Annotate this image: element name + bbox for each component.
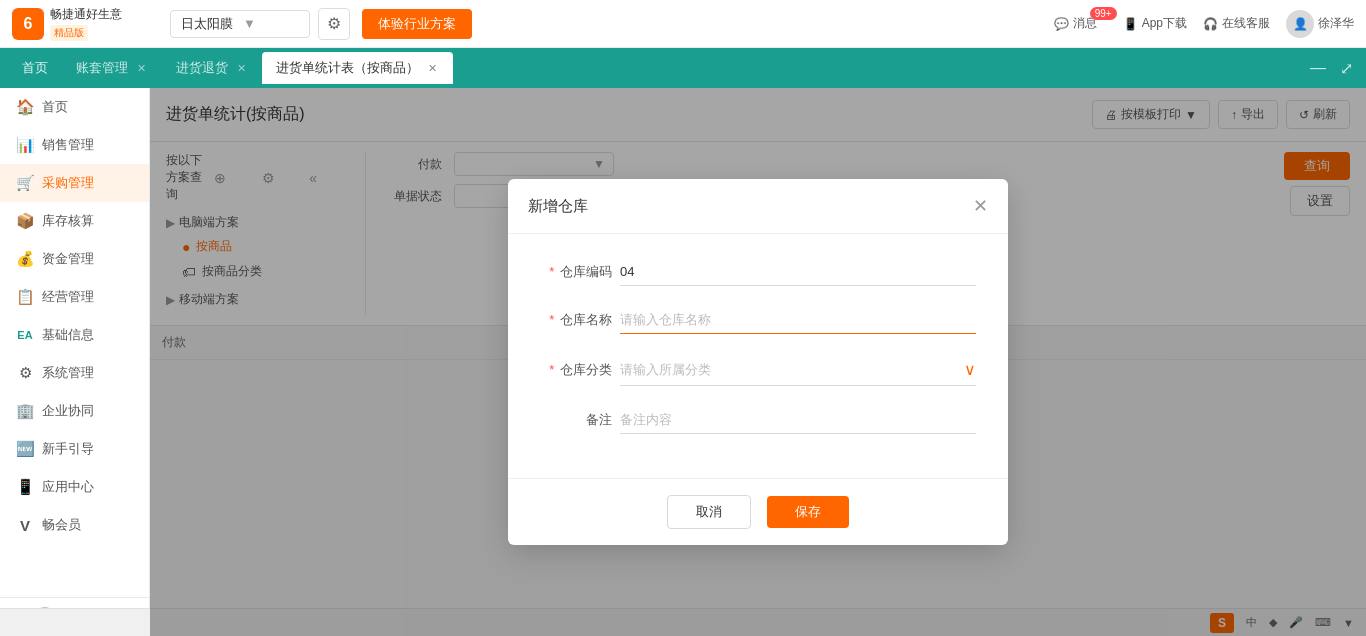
sidebar-label-system: 系统管理 (42, 364, 94, 382)
messages-button[interactable]: 💬 消息 99+ (1044, 15, 1107, 32)
required-star-name: * (549, 312, 554, 327)
sidebar-item-home[interactable]: 🏠 首页 (0, 88, 149, 126)
tab-bar: 首页 账套管理 ✕ 进货退货 ✕ 进货单统计表（按商品） ✕ — ⤢ (0, 48, 1366, 88)
enterprise-icon: 🏢 (16, 402, 34, 420)
store-dropdown-arrow: ▼ (243, 16, 299, 31)
sidebar-label-enterprise: 企业协同 (42, 402, 94, 420)
purchase-icon: 🛒 (16, 174, 34, 192)
form-row-code: * 仓库编码 (540, 258, 976, 286)
header-right: 💬 消息 99+ 📱 App下载 🎧 在线客服 👤 徐泽华 (1044, 10, 1354, 38)
form-row-remark: 备注 (540, 406, 976, 434)
app-center-icon: 📱 (16, 478, 34, 496)
remark-input[interactable] (620, 406, 976, 434)
system-icon: ⚙ (16, 364, 34, 382)
required-star: * (549, 264, 554, 279)
home-icon: 🏠 (16, 98, 34, 116)
purchase-return-tab-close[interactable]: ✕ (234, 61, 248, 75)
sidebar-item-system[interactable]: ⚙ 系统管理 (0, 354, 149, 392)
save-button[interactable]: 保存 (767, 496, 849, 528)
modal-footer: 取消 保存 (508, 478, 1008, 545)
sidebar-item-app-center[interactable]: 📱 应用中心 (0, 468, 149, 506)
message-badge: 99+ (1090, 7, 1117, 20)
sidebar-item-operations[interactable]: 📋 经营管理 (0, 278, 149, 316)
modal-overlay[interactable]: 新增仓库 ✕ * 仓库编码 (150, 88, 1366, 636)
main-layout: 🏠 首页 📊 销售管理 🛒 采购管理 📦 库存核算 💰 资金管理 📋 经营管理 … (0, 88, 1366, 636)
user-menu[interactable]: 👤 徐泽华 (1286, 10, 1354, 38)
sidebar: 🏠 首页 📊 销售管理 🛒 采购管理 📦 库存核算 💰 资金管理 📋 经营管理 … (0, 88, 150, 636)
accounts-tab-label: 账套管理 (76, 59, 128, 77)
tab-home[interactable]: 首页 (8, 52, 62, 84)
sidebar-item-purchase[interactable]: 🛒 采购管理 (0, 164, 149, 202)
form-row-name: * 仓库名称 (540, 306, 976, 334)
code-label: * 仓库编码 (540, 263, 620, 281)
logo-icon: 6 (12, 8, 44, 40)
sidebar-item-enterprise[interactable]: 🏢 企业协同 (0, 392, 149, 430)
warehouse-name-input[interactable] (620, 306, 976, 334)
home-tab-label: 首页 (22, 59, 48, 77)
tab-minimize-button[interactable]: — (1306, 56, 1330, 80)
cancel-button[interactable]: 取消 (667, 495, 751, 529)
gear-icon: ⚙ (327, 14, 341, 33)
sidebar-label-guide: 新手引导 (42, 440, 94, 458)
store-selector[interactable]: 日太阳膜 ▼ (170, 10, 310, 38)
warehouse-code-input[interactable] (620, 258, 976, 286)
sidebar-label-app-center: 应用中心 (42, 478, 94, 496)
sidebar-label-home: 首页 (42, 98, 68, 116)
modal-title: 新增仓库 (528, 197, 973, 216)
tab-controls: — ⤢ (1306, 56, 1358, 80)
purchase-stats-tab-label: 进货单统计表（按商品） (276, 59, 419, 77)
sidebar-label-member: 畅会员 (42, 516, 81, 534)
logo-area: 6 畅捷通好生意 精品版 (12, 6, 162, 41)
settings-button[interactable]: ⚙ (318, 8, 350, 40)
trial-button[interactable]: 体验行业方案 (362, 9, 472, 39)
operations-icon: 📋 (16, 288, 34, 306)
sidebar-label-basic-info: 基础信息 (42, 326, 94, 344)
online-service-button[interactable]: 🎧 在线客服 (1203, 15, 1270, 32)
sidebar-item-guide[interactable]: 🆕 新手引导 (0, 430, 149, 468)
required-star-category: * (549, 362, 554, 377)
sidebar-label-inventory: 库存核算 (42, 212, 94, 230)
category-label: * 仓库分类 (540, 361, 620, 379)
modal-body: * 仓库编码 * 仓库名称 (508, 234, 1008, 478)
modal-close-button[interactable]: ✕ (973, 195, 988, 217)
category-select[interactable]: 请输入所属分类 ∨ (620, 354, 976, 386)
add-warehouse-modal: 新增仓库 ✕ * 仓库编码 (508, 179, 1008, 545)
sidebar-item-member[interactable]: V 畅会员 (0, 506, 149, 544)
sidebar-item-finance[interactable]: 💰 资金管理 (0, 240, 149, 278)
top-header: 6 畅捷通好生意 精品版 日太阳膜 ▼ ⚙ 体验行业方案 💬 消息 99+ 📱 … (0, 0, 1366, 48)
modal-header: 新增仓库 ✕ (508, 179, 1008, 234)
purchase-return-tab-label: 进货退货 (176, 59, 228, 77)
phone-icon: 📱 (1123, 17, 1138, 31)
tab-purchase-return[interactable]: 进货退货 ✕ (162, 52, 262, 84)
sidebar-item-inventory[interactable]: 📦 库存核算 (0, 202, 149, 240)
form-row-category: * 仓库分类 请输入所属分类 ∨ (540, 354, 976, 386)
sidebar-item-basic-info[interactable]: EA 基础信息 (0, 316, 149, 354)
basic-info-icon: EA (16, 329, 34, 341)
sidebar-label-operations: 经营管理 (42, 288, 94, 306)
content-area: 进货单统计(按商品) 🖨 按模板打印 ▼ ↑ 导出 ↺ 刷新 (150, 88, 1366, 636)
accounts-tab-close[interactable]: ✕ (134, 61, 148, 75)
avatar: 👤 (1286, 10, 1314, 38)
sidebar-label-finance: 资金管理 (42, 250, 94, 268)
guide-icon: 🆕 (16, 440, 34, 458)
sidebar-label-purchase: 采购管理 (42, 174, 94, 192)
logo-text: 畅捷通好生意 精品版 (50, 6, 122, 41)
member-icon: V (16, 517, 34, 534)
message-icon: 💬 (1054, 17, 1069, 31)
app-download-button[interactable]: 📱 App下载 (1123, 15, 1187, 32)
tab-purchase-stats[interactable]: 进货单统计表（按商品） ✕ (262, 52, 453, 84)
sidebar-item-sales[interactable]: 📊 销售管理 (0, 126, 149, 164)
inventory-icon: 📦 (16, 212, 34, 230)
tab-expand-button[interactable]: ⤢ (1334, 56, 1358, 80)
purchase-stats-tab-close[interactable]: ✕ (425, 61, 439, 75)
sales-icon: 📊 (16, 136, 34, 154)
tab-accounts[interactable]: 账套管理 ✕ (62, 52, 162, 84)
headset-icon: 🎧 (1203, 17, 1218, 31)
user-icon: 👤 (1293, 17, 1308, 31)
sidebar-label-sales: 销售管理 (42, 136, 94, 154)
category-dropdown-arrow: ∨ (964, 360, 976, 379)
name-label: * 仓库名称 (540, 311, 620, 329)
finance-icon: 💰 (16, 250, 34, 268)
remark-label: 备注 (540, 411, 620, 429)
